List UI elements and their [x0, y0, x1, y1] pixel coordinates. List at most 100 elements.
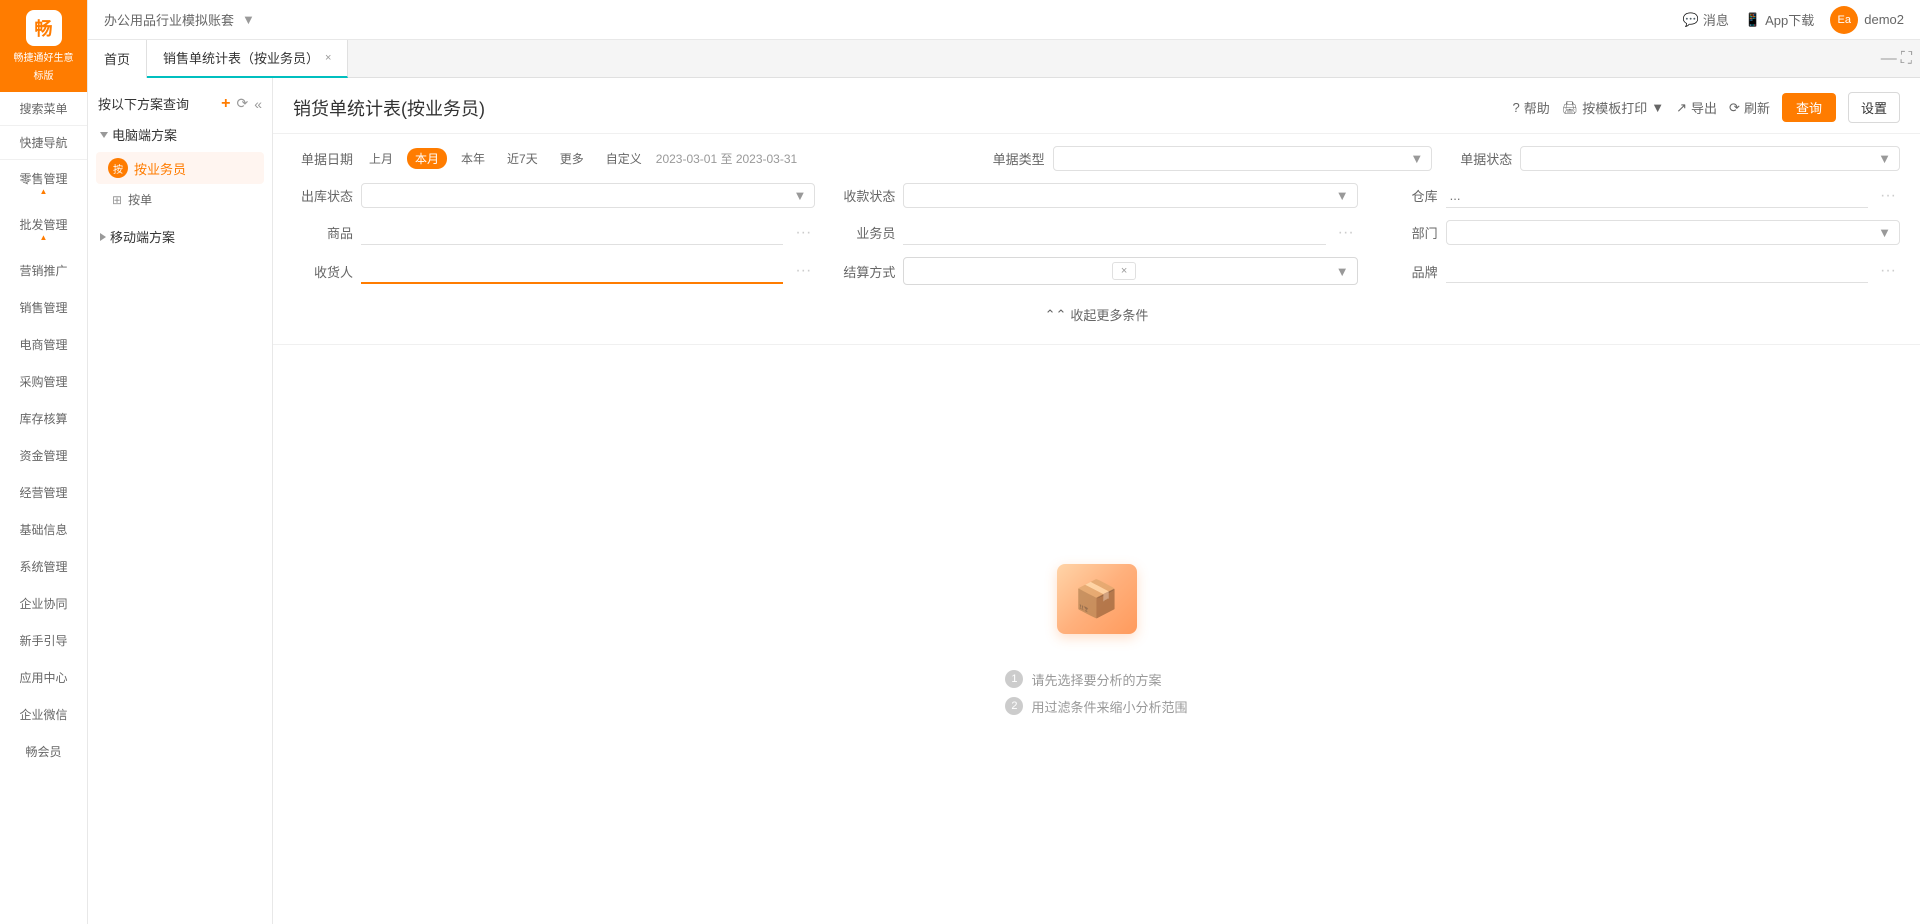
- doc-status-field: 单据状态 ▼: [1452, 146, 1900, 171]
- sidebar-nav-label-8: 经营管理: [19, 484, 67, 501]
- receipt-status-select[interactable]: ▼: [903, 183, 1357, 208]
- scheme-item-by-order[interactable]: ⊞ 按单: [96, 186, 264, 213]
- settings-btn[interactable]: 设置: [1848, 92, 1900, 123]
- dept-select[interactable]: ▼: [1446, 220, 1900, 245]
- scheme-item-by-salesperson-label: 按业务员: [134, 159, 186, 178]
- export-icon: ↗: [1676, 100, 1687, 116]
- sidebar-nav-item-4[interactable]: 电商管理: [15, 326, 71, 363]
- doc-status-select[interactable]: ▼: [1520, 146, 1900, 171]
- print-dropdown-icon: ▼: [1651, 100, 1664, 115]
- receipt-status-field: 收款状态 ▼: [835, 183, 1357, 208]
- refresh-btn[interactable]: ⟳ 刷新: [1729, 98, 1770, 117]
- export-btn[interactable]: ↗ 导出: [1676, 98, 1717, 117]
- sidebar-nav-label-2: 营销推广: [19, 262, 67, 279]
- warehouse-dots[interactable]: ···: [1876, 187, 1900, 205]
- panel-collapse-btn[interactable]: «: [254, 96, 262, 112]
- filter-row-4: 收货人 ··· 结算方式 × ▼: [293, 257, 1900, 285]
- warehouse-input[interactable]: [1446, 184, 1868, 208]
- warehouse-field: 仓库 ···: [1378, 184, 1900, 208]
- payment-clear-btn[interactable]: ×: [1121, 265, 1127, 277]
- scheme-item-by-order-label: 按单: [128, 191, 152, 208]
- sidebar-nav-item-3[interactable]: 销售管理: [15, 289, 71, 326]
- sidebar-nav-label-12: 新手引导: [19, 632, 67, 649]
- tab-close-icon[interactable]: ×: [325, 52, 331, 64]
- empty-hint-2: 2 用过滤条件来缩小分析范围: [1005, 697, 1187, 716]
- panel-refresh-btn[interactable]: ⟳: [236, 95, 248, 112]
- pc-scheme-group: 电脑端方案 按 按业务员 ⊞ 按单: [88, 119, 272, 213]
- doc-type-select[interactable]: ▼: [1053, 146, 1433, 171]
- sidebar-nav-label-1: 批发管理: [19, 216, 67, 233]
- top-header: 办公用品行业模拟账套 ▼ 💬 消息 📱 App下载 Ea demo2: [88, 0, 1920, 40]
- filter-row-1: 单据日期 上月 本月 本年 近7天 更多 自定义 2023-03-01 至 20…: [293, 146, 1900, 171]
- sidebar-nav-item-7[interactable]: 资金管理: [15, 437, 71, 474]
- consignee-dots[interactable]: ···: [791, 262, 815, 280]
- sidebar-quick-nav[interactable]: 快捷导航: [0, 126, 87, 160]
- sidebar-nav-item-6[interactable]: 库存核算: [15, 400, 71, 437]
- mobile-scheme-group-title[interactable]: 移动端方案: [96, 221, 264, 252]
- sidebar-nav-item-0[interactable]: 零售管理: [15, 160, 71, 206]
- out-status-select[interactable]: ▼: [361, 183, 815, 208]
- collapse-bar[interactable]: ⌃⌃ 收起更多条件: [293, 297, 1900, 332]
- sidebar-nav-item-14[interactable]: 企业微信: [15, 696, 71, 733]
- brand-input[interactable]: [1446, 259, 1868, 283]
- consignee-input[interactable]: [361, 259, 783, 284]
- header-app-download-btn[interactable]: 📱 App下载: [1745, 10, 1814, 29]
- tab-sales-stats[interactable]: 销售单统计表（按业务员） ×: [147, 40, 348, 78]
- empty-hints: 1 请先选择要分析的方案 2 用过滤条件来缩小分析范围: [1005, 670, 1187, 716]
- scheme-item-by-salesperson[interactable]: 按 按业务员: [96, 152, 264, 184]
- dept-label: 部门: [1378, 223, 1438, 242]
- header-right: 💬 消息 📱 App下载 Ea demo2: [1683, 6, 1904, 34]
- payment-method-select[interactable]: × ▼: [903, 257, 1357, 285]
- tab-home[interactable]: 首页: [88, 40, 147, 78]
- salesperson-field: 业务员 ···: [835, 221, 1357, 245]
- sidebar-nav-item-1[interactable]: 批发管理: [15, 206, 71, 252]
- help-btn[interactable]: ? 帮助: [1512, 98, 1549, 117]
- sidebar-nav-item-11[interactable]: 企业协同: [15, 585, 71, 622]
- date-tag-last-month[interactable]: 上月: [361, 148, 401, 169]
- sidebar-nav-item-15[interactable]: 畅会员: [15, 733, 71, 770]
- sidebar-nav-item-12[interactable]: 新手引导: [15, 622, 71, 659]
- sidebar-nav-label-5: 采购管理: [19, 373, 67, 390]
- user-profile-btn[interactable]: Ea demo2: [1830, 6, 1904, 34]
- sidebar-nav-item-13[interactable]: 应用中心: [15, 659, 71, 696]
- header-message-btn[interactable]: 💬 消息: [1683, 10, 1729, 29]
- mobile-group-arrow: [100, 233, 106, 241]
- tab-sales-stats-label: 销售单统计表（按业务员）: [163, 48, 319, 67]
- date-tag-this-month[interactable]: 本月: [407, 148, 447, 169]
- brand-dots[interactable]: ···: [1876, 262, 1900, 280]
- goods-dots[interactable]: ···: [791, 224, 815, 242]
- logo-text: 畅捷通好生意: [14, 49, 74, 64]
- date-tag-more[interactable]: 更多: [552, 148, 592, 169]
- pc-scheme-group-title[interactable]: 电脑端方案: [96, 119, 264, 150]
- sidebar-nav-item-9[interactable]: 基础信息: [15, 511, 71, 548]
- salesperson-input[interactable]: [903, 221, 1325, 245]
- warehouse-label: 仓库: [1378, 186, 1438, 205]
- header-dropdown-icon[interactable]: ▼: [242, 12, 255, 27]
- tab-maximize-btn[interactable]: ⛶: [1901, 50, 1912, 68]
- salesperson-label: 业务员: [835, 223, 895, 242]
- date-tag-7days[interactable]: 近7天: [499, 148, 546, 169]
- sidebar-nav-item-5[interactable]: 采购管理: [15, 363, 71, 400]
- sidebar-search[interactable]: 搜索菜单: [0, 92, 87, 126]
- sidebar-nav-label-10: 系统管理: [19, 558, 67, 575]
- template-print-btn[interactable]: 🖨 按模板打印 ▼: [1562, 98, 1664, 117]
- sidebar-nav-item-8[interactable]: 经营管理: [15, 474, 71, 511]
- salesperson-dots[interactable]: ···: [1334, 224, 1358, 242]
- hint-text-1: 请先选择要分析的方案: [1031, 670, 1161, 689]
- date-tag-custom[interactable]: 自定义: [598, 148, 650, 169]
- sidebar-nav-label-9: 基础信息: [19, 521, 67, 538]
- query-btn[interactable]: 查询: [1782, 93, 1836, 122]
- date-label: 单据日期: [293, 149, 353, 168]
- logo-subtitle: 标版: [34, 67, 54, 82]
- sidebar-nav-item-2[interactable]: 营销推广: [15, 252, 71, 289]
- page-actions: ? 帮助 🖨 按模板打印 ▼ ↗ 导出 ⟳ 刷新: [1512, 92, 1900, 123]
- tab-home-label: 首页: [104, 49, 130, 68]
- doc-type-dropdown-icon: ▼: [1410, 151, 1423, 166]
- user-avatar: Ea: [1830, 6, 1858, 34]
- tab-minimize-btn[interactable]: —: [1881, 50, 1897, 68]
- panel-add-btn[interactable]: +: [221, 95, 230, 113]
- sidebar-nav-label-15: 畅会员: [25, 743, 61, 760]
- sidebar-nav-item-10[interactable]: 系统管理: [15, 548, 71, 585]
- date-tag-this-year[interactable]: 本年: [453, 148, 493, 169]
- goods-input[interactable]: [361, 221, 783, 245]
